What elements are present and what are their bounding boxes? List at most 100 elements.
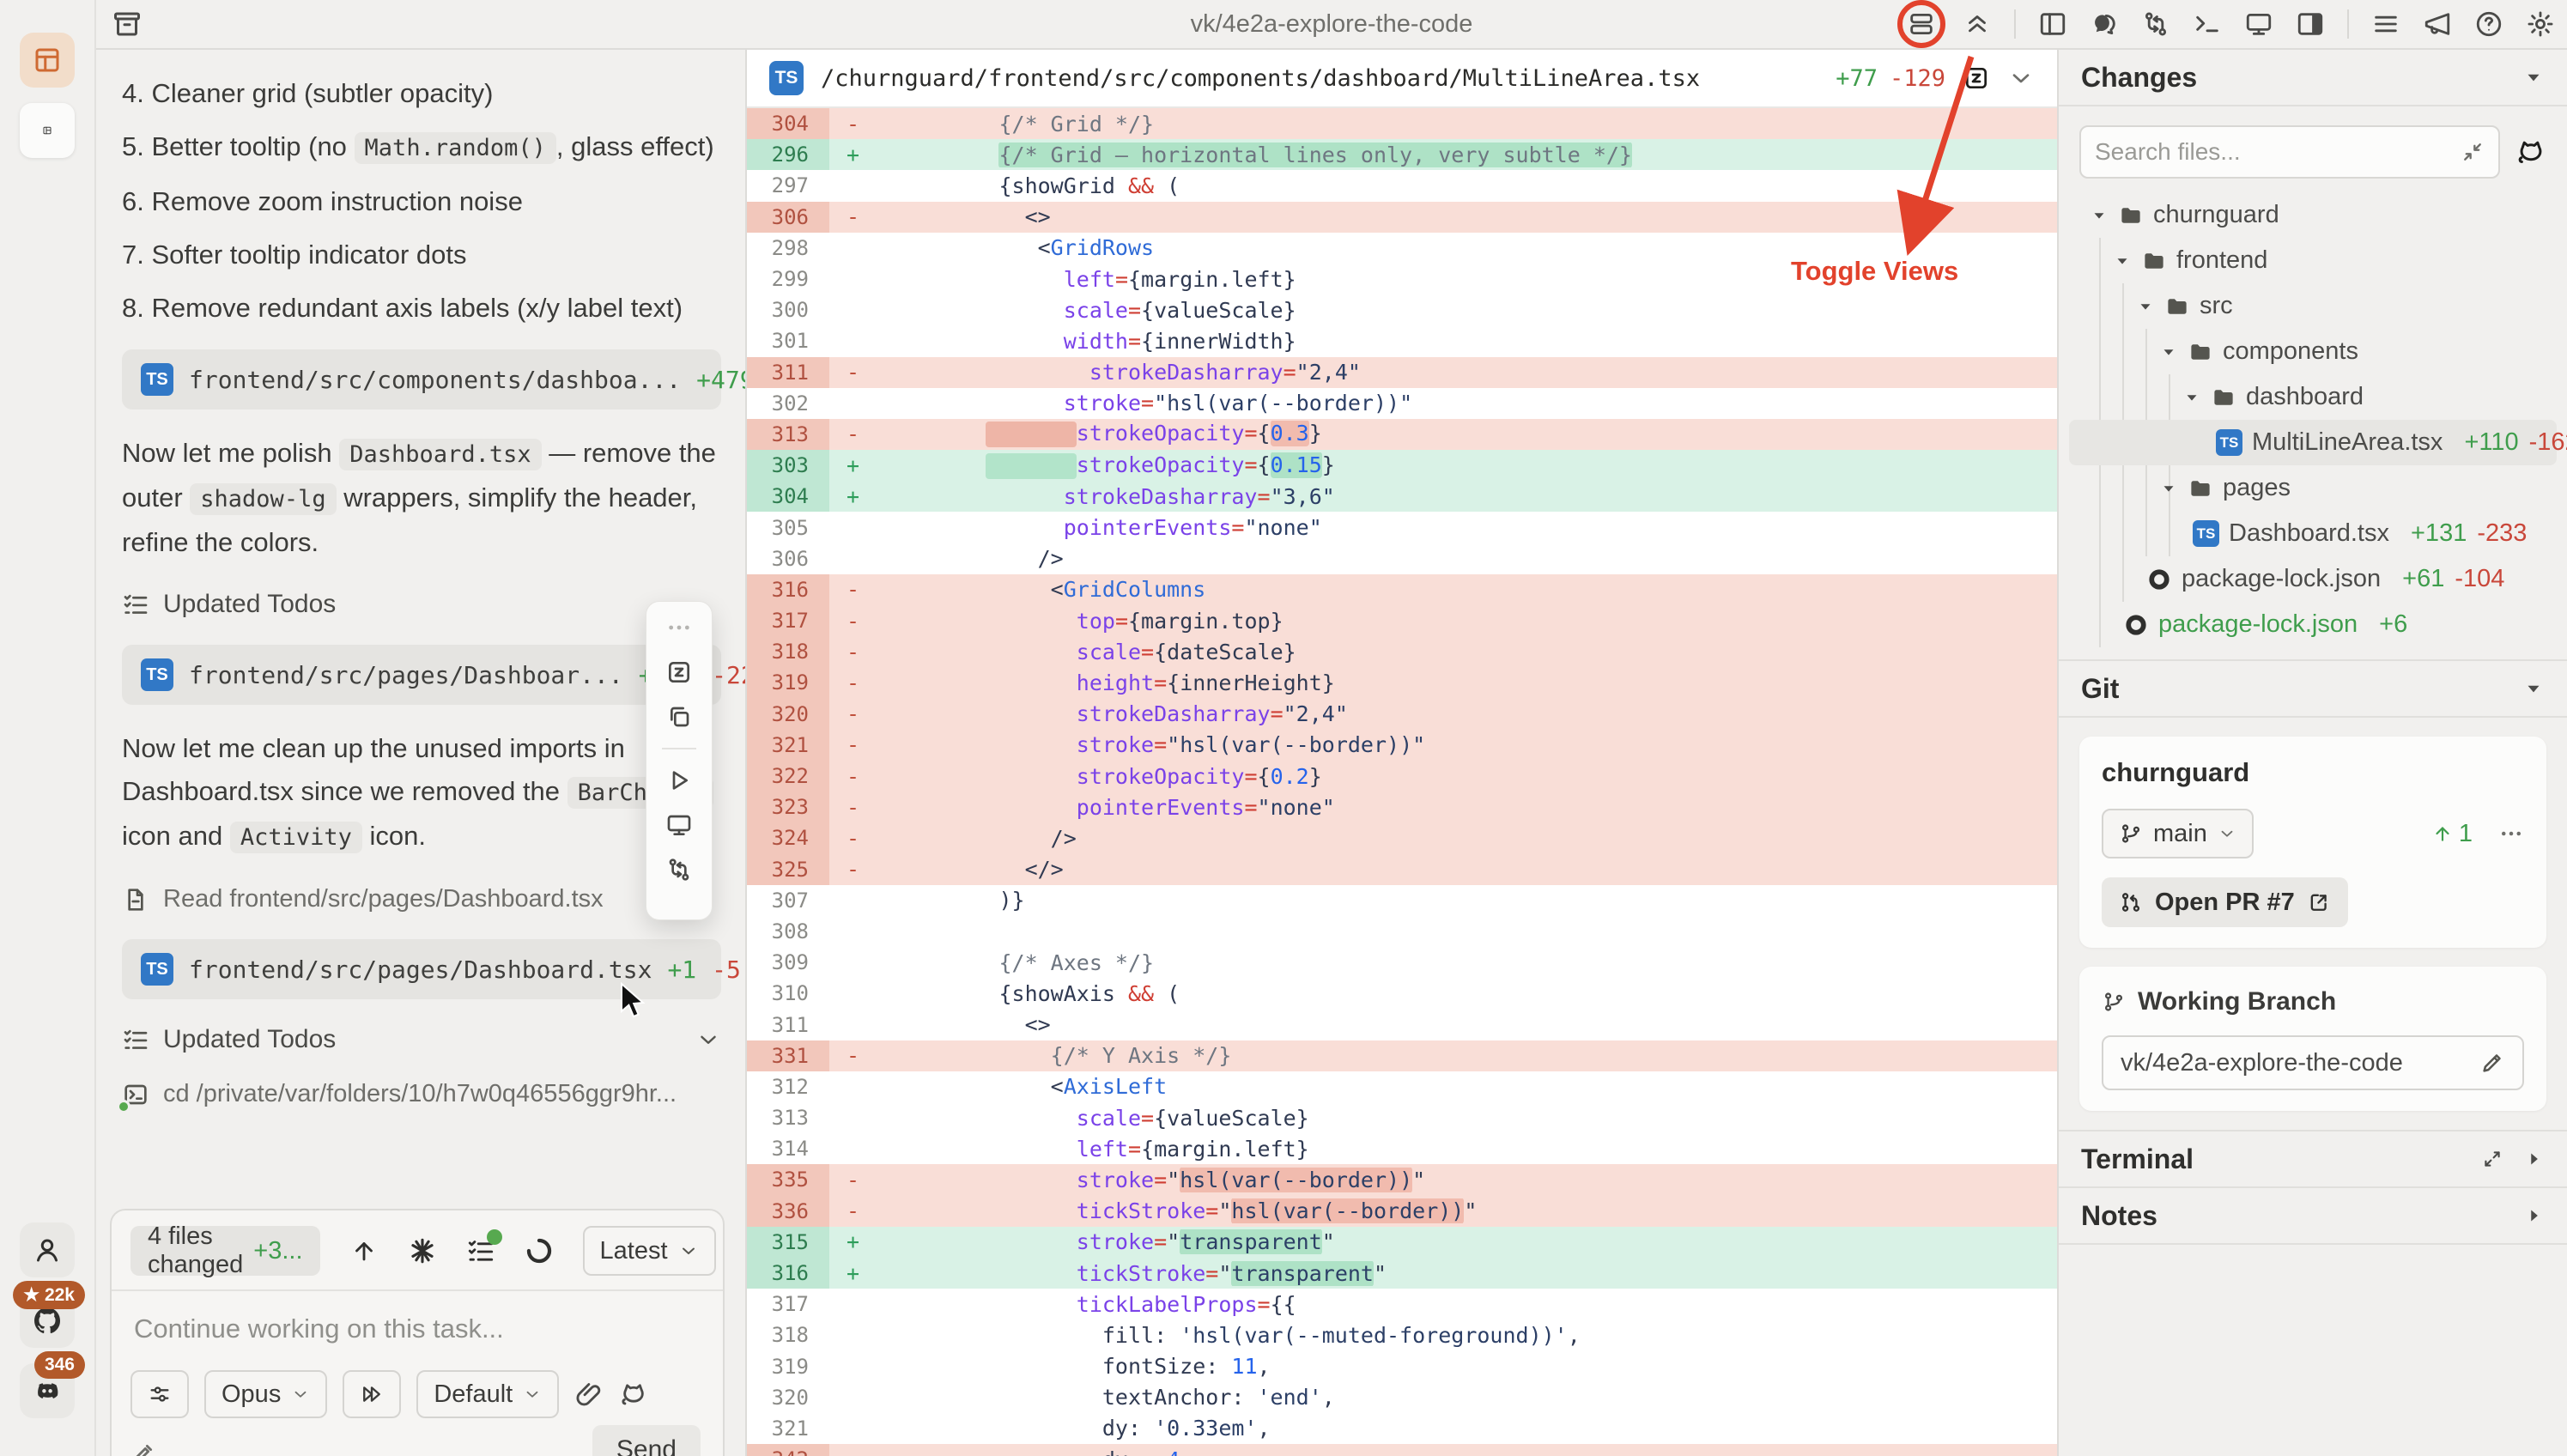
- settings-sliders-button[interactable]: [130, 1370, 189, 1418]
- diff-line: 301 width={innerWidth}: [747, 325, 2057, 356]
- file-change-chip[interactable]: TS frontend/src/components/dashboa... +4…: [122, 349, 721, 410]
- changed-files-tree: churnguardfrontendsrccomponentsdashboard…: [2059, 185, 2567, 661]
- diff-view-icon[interactable]: [1963, 64, 1990, 92]
- tree-file-package-lock.json[interactable]: package-lock.json+6: [2069, 602, 2557, 647]
- menu-icon[interactable]: [2371, 9, 2400, 39]
- message-input[interactable]: Continue working on this task...: [130, 1291, 704, 1370]
- cat-icon[interactable]: [619, 1380, 648, 1409]
- changes-section-header[interactable]: Changes: [2059, 50, 2567, 106]
- ts-file-icon: TS: [141, 658, 173, 691]
- terminal-icon[interactable]: [2193, 9, 2222, 39]
- highlighter-icon[interactable]: [127, 1441, 156, 1456]
- chevron-down-icon[interactable]: [2007, 64, 2035, 92]
- tree-folder-churnguard[interactable]: churnguard: [2069, 192, 2557, 238]
- cat-icon[interactable]: [2515, 136, 2546, 167]
- arrow-up-icon: [349, 1236, 379, 1265]
- copy-icon[interactable]: [665, 703, 693, 731]
- spark-button[interactable]: [408, 1236, 437, 1265]
- diff-file-path: /churnguard/frontend/src/components/dash…: [821, 65, 1700, 92]
- announcements-icon[interactable]: [2423, 9, 2452, 39]
- fast-forward-icon: [360, 1382, 384, 1406]
- conversation-icon[interactable]: [2090, 9, 2119, 39]
- git-compare-icon[interactable]: [2141, 9, 2170, 39]
- tree-file-Dashboard.tsx[interactable]: TSDashboard.tsx+131-233: [2069, 511, 2557, 556]
- diff-line: 313 scale={valueScale}: [747, 1102, 2057, 1133]
- diff-line: 331- {/* Y Axis */}: [747, 1040, 2057, 1071]
- folder-icon: [2211, 385, 2236, 410]
- read-file-row[interactable]: Read frontend/src/pages/Dashboard.tsx: [122, 885, 721, 913]
- diff-line: 321- stroke="hsl(var(--border))": [747, 730, 2057, 761]
- diff-line: 311 <>: [747, 1009, 2057, 1040]
- tree-folder-src[interactable]: src: [2069, 283, 2557, 329]
- help-icon[interactable]: [2474, 9, 2503, 39]
- diff-line: 318 fill: 'hsl(var(--muted-foreground))'…: [747, 1320, 2057, 1350]
- file-diff-stats: +6: [2379, 610, 2407, 639]
- fast-forward-button[interactable]: [343, 1370, 401, 1418]
- discord-link-button[interactable]: 346: [20, 1363, 75, 1418]
- divider: [2347, 9, 2349, 39]
- model-dropdown[interactable]: Opus: [204, 1370, 327, 1418]
- updated-todos-row[interactable]: Updated Todos: [122, 1025, 721, 1054]
- collapse-all-icon[interactable]: [1963, 9, 1992, 39]
- more-options-icon[interactable]: [2498, 821, 2524, 846]
- account-button[interactable]: [20, 1222, 75, 1277]
- diff-view-icon[interactable]: [665, 658, 693, 686]
- chip-path: frontend/src/pages/Dashboard.tsx: [189, 956, 652, 984]
- chevron-down-icon: [291, 1385, 310, 1404]
- tree-folder-components[interactable]: components: [2069, 329, 2557, 374]
- notes-section-header[interactable]: Notes: [2059, 1188, 2567, 1245]
- collapse-tree-icon[interactable]: [2461, 140, 2485, 164]
- version-dropdown[interactable]: Latest: [583, 1226, 716, 1276]
- attach-paperclip-icon[interactable]: [574, 1380, 604, 1409]
- diff-line: 306- <>: [747, 202, 2057, 233]
- open-pr-button[interactable]: Open PR #7: [2102, 877, 2348, 927]
- changes-search-row: Search files...: [2059, 106, 2567, 185]
- play-icon[interactable]: [665, 767, 693, 794]
- git-repo-card: churnguard main 1: [2079, 737, 2546, 948]
- caret-down-icon: [2136, 297, 2155, 316]
- hover-tool-palette: [646, 601, 713, 920]
- workspace-board-button[interactable]: [20, 103, 75, 158]
- discord-icon: [32, 1375, 63, 1406]
- todos-button[interactable]: [466, 1236, 495, 1265]
- tree-file-MultiLineArea.tsx[interactable]: TSMultiLineArea.tsx+110-162: [2069, 420, 2557, 465]
- tree-folder-frontend[interactable]: frontend: [2069, 238, 2557, 283]
- kanban-icon: [42, 115, 52, 146]
- git-compare-icon[interactable]: [665, 856, 693, 883]
- terminal-command-row[interactable]: cd /private/var/folders/10/h7w0q46556ggr…: [122, 1080, 721, 1108]
- diff-line: 323- pointerEvents="none": [747, 792, 2057, 822]
- diff-line: 321 dy: '0.33em',: [747, 1413, 2057, 1444]
- tree-folder-pages[interactable]: pages: [2069, 465, 2557, 511]
- inline-code: Math.random(): [355, 132, 556, 164]
- branch-dropdown[interactable]: main: [2102, 809, 2254, 858]
- git-branch-icon: [2119, 822, 2143, 846]
- files-changed-pill[interactable]: 4 files changed +3...: [130, 1226, 320, 1276]
- chevron-down-icon[interactable]: [695, 1027, 721, 1053]
- toggle-views-icon[interactable]: [1907, 9, 1936, 39]
- git-section-header[interactable]: Git: [2059, 661, 2567, 718]
- workspace-layout-button[interactable]: [20, 33, 75, 88]
- archive-icon[interactable]: [112, 9, 143, 39]
- working-branch-field[interactable]: vk/4e2a-explore-the-code: [2102, 1035, 2524, 1090]
- scroll-top-button[interactable]: [349, 1236, 379, 1265]
- diff-line: 336- tickStroke="hsl(var(--border))": [747, 1196, 2057, 1227]
- tree-file-package-lock.json[interactable]: package-lock.json+61-104: [2069, 556, 2557, 602]
- expand-icon[interactable]: [2481, 1148, 2503, 1170]
- panel-left-icon[interactable]: [2038, 9, 2067, 39]
- send-button[interactable]: Send: [592, 1425, 701, 1456]
- terminal-section-header[interactable]: Terminal: [2059, 1131, 2567, 1188]
- mode-dropdown[interactable]: Default: [416, 1370, 559, 1418]
- search-files-input[interactable]: Search files...: [2079, 125, 2500, 179]
- updated-todos-row[interactable]: Updated Todos: [122, 590, 721, 619]
- panel-right-icon[interactable]: [2296, 9, 2325, 39]
- diff-line: 318- scale={dateScale}: [747, 636, 2057, 667]
- monitor-icon[interactable]: [665, 811, 693, 839]
- list-item: 4. Cleaner grid (subtler opacity): [122, 72, 721, 114]
- settings-gear-icon[interactable]: [2526, 9, 2555, 39]
- github-link-button[interactable]: ★ 22k: [20, 1293, 75, 1348]
- drag-dots-icon[interactable]: [665, 614, 693, 641]
- monitor-icon[interactable]: [2244, 9, 2273, 39]
- file-change-chip[interactable]: TS frontend/src/pages/Dashboar... +130 -…: [122, 645, 721, 705]
- edit-pencil-icon[interactable]: [2479, 1050, 2505, 1076]
- tree-folder-dashboard[interactable]: dashboard: [2069, 374, 2557, 420]
